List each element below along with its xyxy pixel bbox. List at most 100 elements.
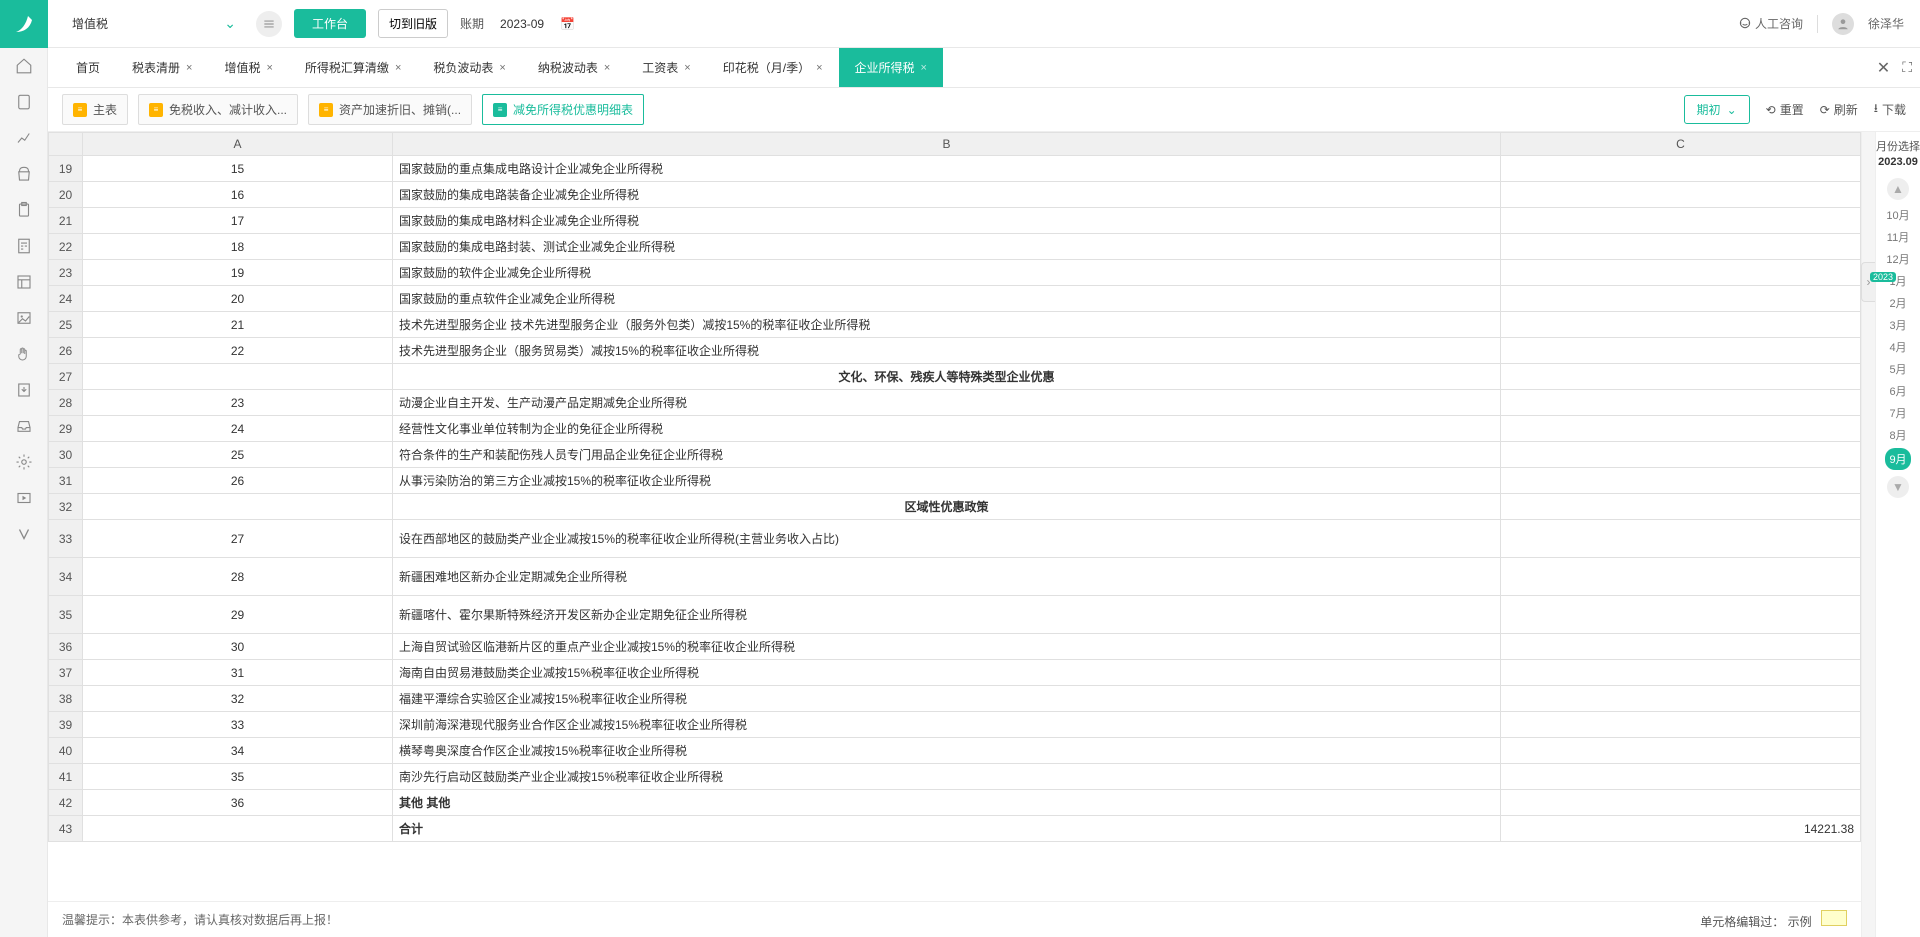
vertical-scrollbar[interactable] (1861, 132, 1875, 937)
nav-clipboard-icon[interactable] (0, 192, 48, 228)
cell[interactable]: 合计 (393, 816, 1501, 842)
cell[interactable]: 新疆困难地区新办企业定期减免企业所得税 (393, 558, 1501, 596)
cell[interactable]: 国家鼓励的重点集成电路设计企业减免企业所得税 (393, 156, 1501, 182)
cell[interactable]: 国家鼓励的集成电路封装、测试企业减免企业所得税 (393, 234, 1501, 260)
row-header[interactable]: 24 (49, 286, 83, 312)
subtab[interactable]: ≡免税收入、减计收入... (138, 94, 298, 125)
fullscreen-icon[interactable]: ⛶ (1902, 59, 1912, 76)
cell[interactable]: 33 (83, 712, 393, 738)
tab-增值税[interactable]: 增值税× (208, 48, 288, 87)
close-icon[interactable]: × (266, 62, 272, 74)
row-header[interactable]: 25 (49, 312, 83, 338)
month-item[interactable]: 11月 (1876, 226, 1920, 248)
row-header[interactable]: 29 (49, 416, 83, 442)
cell[interactable]: 符合条件的生产和装配伤残人员专门用品企业免征企业所得税 (393, 442, 1501, 468)
spreadsheet-grid[interactable]: A B C 1915国家鼓励的重点集成电路设计企业减免企业所得税2016国家鼓励… (48, 132, 1861, 901)
row-header[interactable]: 23 (49, 260, 83, 286)
tab-首页[interactable]: 首页 (60, 48, 116, 87)
close-icon[interactable]: × (816, 62, 822, 74)
nav-image-icon[interactable] (0, 300, 48, 336)
subtab[interactable]: ≡主表 (62, 94, 128, 125)
cell[interactable] (1501, 764, 1861, 790)
calendar-icon[interactable]: 📅 (560, 17, 575, 31)
cell[interactable] (1501, 286, 1861, 312)
cell[interactable] (1501, 634, 1861, 660)
cell[interactable] (1501, 442, 1861, 468)
cell[interactable] (83, 364, 393, 390)
tab-纳税波动表[interactable]: 纳税波动表× (522, 48, 626, 87)
cell[interactable]: 经营性文化事业单位转制为企业的免征企业所得税 (393, 416, 1501, 442)
cell[interactable]: 16 (83, 182, 393, 208)
row-header[interactable]: 27 (49, 364, 83, 390)
month-item[interactable]: 5月 (1876, 358, 1920, 380)
cell[interactable]: 海南自由贸易港鼓励类企业减按15%税率征收企业所得税 (393, 660, 1501, 686)
corner-cell[interactable] (49, 133, 83, 156)
cell[interactable] (83, 816, 393, 842)
row-header[interactable]: 38 (49, 686, 83, 712)
consult-link[interactable]: 人工咨询 (1738, 15, 1803, 32)
cell[interactable]: 36 (83, 790, 393, 816)
cell[interactable]: 24 (83, 416, 393, 442)
cell[interactable]: 其他 其他 (393, 790, 1501, 816)
cell[interactable] (1501, 234, 1861, 260)
cell[interactable]: 区域性优惠政策 (393, 494, 1501, 520)
cell[interactable]: 福建平潭综合实验区企业减按15%税率征收企业所得税 (393, 686, 1501, 712)
workbench-button[interactable]: 工作台 (294, 9, 366, 38)
cell[interactable]: 18 (83, 234, 393, 260)
cell[interactable] (1501, 260, 1861, 286)
cell[interactable]: 横琴粤奥深度合作区企业减按15%税率征收企业所得税 (393, 738, 1501, 764)
tab-工资表[interactable]: 工资表× (626, 48, 706, 87)
month-item[interactable]: 2月 (1876, 292, 1920, 314)
nav-export-icon[interactable] (0, 372, 48, 408)
row-header[interactable]: 36 (49, 634, 83, 660)
refresh-button[interactable]: ⟳刷新 (1820, 101, 1858, 118)
cell[interactable]: 动漫企业自主开发、生产动漫产品定期减免企业所得税 (393, 390, 1501, 416)
cell[interactable] (1501, 712, 1861, 738)
nav-bag-icon[interactable] (0, 156, 48, 192)
cell[interactable]: 国家鼓励的集成电路装备企业减免企业所得税 (393, 182, 1501, 208)
tax-type-selector[interactable]: 增值税 ⌄ (64, 11, 244, 36)
subtab[interactable]: ≡减免所得税优惠明细表 (482, 94, 644, 125)
row-header[interactable]: 43 (49, 816, 83, 842)
month-item[interactable]: 8月 (1876, 424, 1920, 446)
period-dropdown[interactable]: 期初 ⌄ (1684, 95, 1750, 124)
nav-chart-icon[interactable] (0, 120, 48, 156)
cell[interactable]: 上海自贸试验区临港新片区的重点产业企业减按15%的税率征收企业所得税 (393, 634, 1501, 660)
row-header[interactable]: 40 (49, 738, 83, 764)
download-button[interactable]: ⭳下载 (1874, 99, 1906, 120)
nav-doc-icon[interactable] (0, 84, 48, 120)
month-item[interactable]: 12月 (1876, 248, 1920, 270)
row-header[interactable]: 39 (49, 712, 83, 738)
cell[interactable] (1501, 338, 1861, 364)
month-item[interactable]: 3月 (1876, 314, 1920, 336)
logo[interactable] (0, 0, 48, 48)
user-avatar-icon[interactable] (1832, 13, 1854, 35)
cell[interactable]: 26 (83, 468, 393, 494)
cell[interactable]: 国家鼓励的软件企业减免企业所得税 (393, 260, 1501, 286)
cell[interactable]: 31 (83, 660, 393, 686)
row-header[interactable]: 22 (49, 234, 83, 260)
cell[interactable]: 南沙先行启动区鼓励类产业企业减按15%税率征收企业所得税 (393, 764, 1501, 790)
month-item[interactable]: 1月2023 (1876, 270, 1920, 292)
cell[interactable]: 22 (83, 338, 393, 364)
nav-inbox-icon[interactable] (0, 408, 48, 444)
close-icon[interactable]: × (604, 62, 610, 74)
row-header[interactable]: 21 (49, 208, 83, 234)
tab-所得税汇算清缴[interactable]: 所得税汇算清缴× (289, 48, 417, 87)
month-item[interactable]: 6月 (1876, 380, 1920, 402)
cell[interactable]: 国家鼓励的集成电路材料企业减免企业所得税 (393, 208, 1501, 234)
nav-calc-icon[interactable] (0, 228, 48, 264)
month-item[interactable]: 4月 (1876, 336, 1920, 358)
switch-old-button[interactable]: 切到旧版 (378, 9, 448, 38)
row-header[interactable]: 41 (49, 764, 83, 790)
tab-税负波动表[interactable]: 税负波动表× (417, 48, 521, 87)
cell[interactable] (1501, 520, 1861, 558)
row-header[interactable]: 42 (49, 790, 83, 816)
cell[interactable] (1501, 416, 1861, 442)
cell[interactable] (1501, 596, 1861, 634)
row-header[interactable]: 33 (49, 520, 83, 558)
cell[interactable]: 从事污染防治的第三方企业减按15%的税率征收企业所得税 (393, 468, 1501, 494)
tab-税表清册[interactable]: 税表清册× (116, 48, 208, 87)
row-header[interactable]: 32 (49, 494, 83, 520)
cell[interactable]: 14221.38 (1501, 816, 1861, 842)
